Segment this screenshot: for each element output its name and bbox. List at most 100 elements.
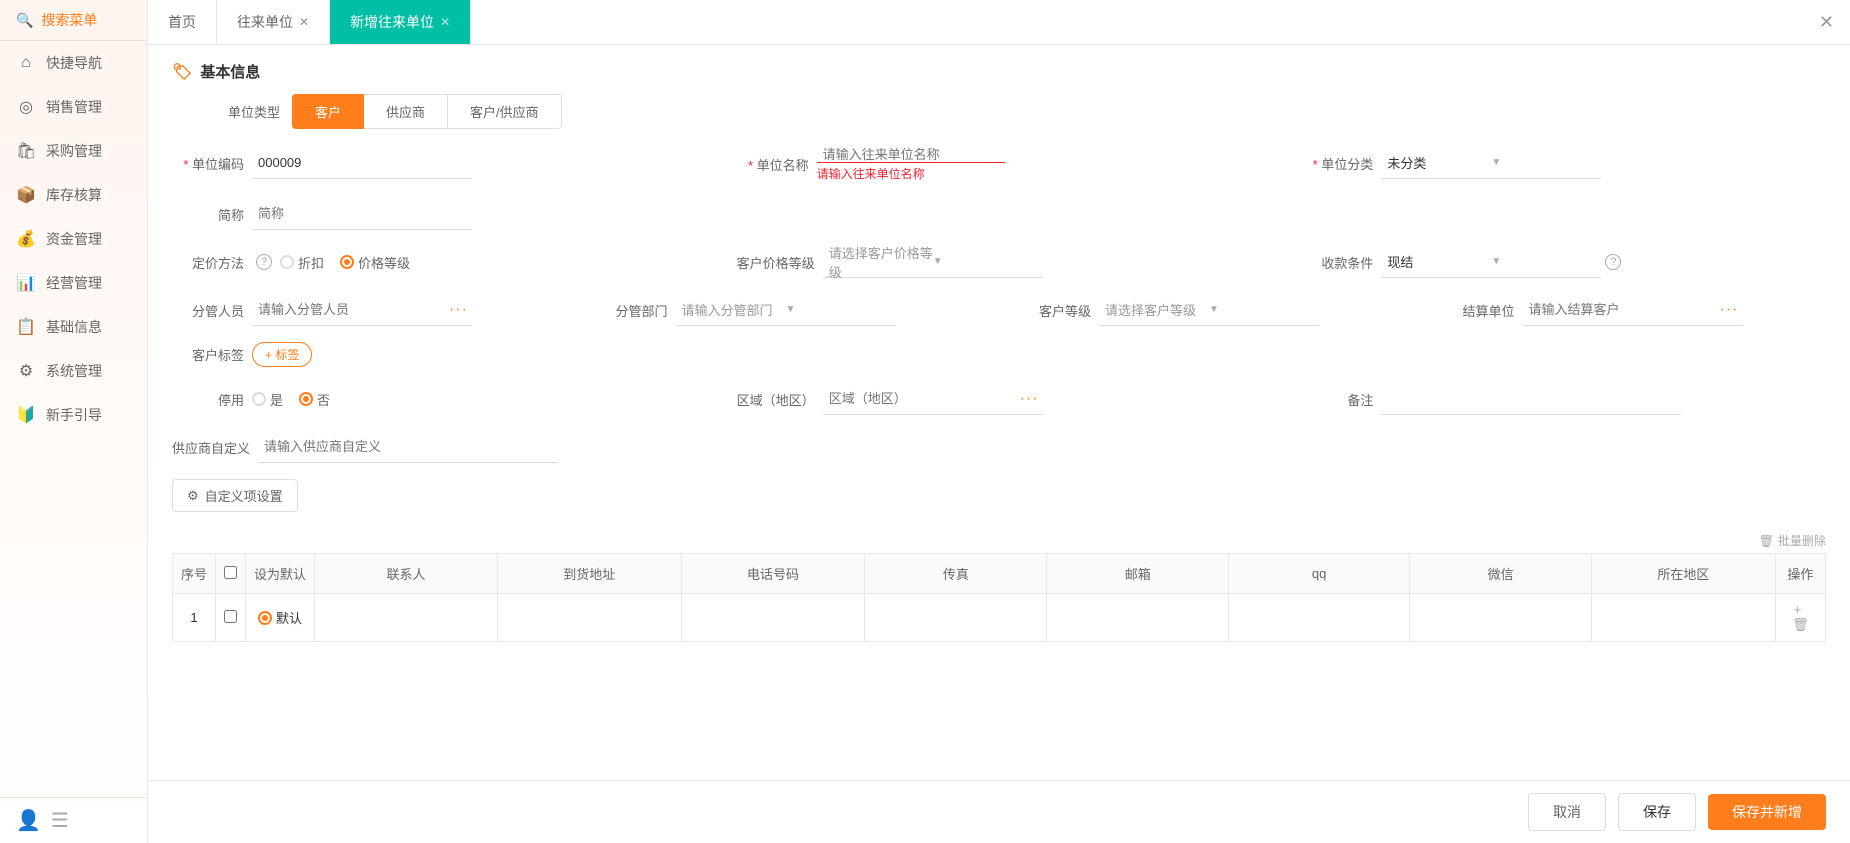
department-select[interactable]: 请输入分管部门 ▼ [676,294,896,326]
tab-close-partners[interactable]: ✕ [299,15,309,29]
payment-terms-label: 收款条件 [1301,253,1381,272]
fax-input[interactable] [873,610,1038,625]
settlement-dots-btn[interactable]: ··· [1716,301,1743,319]
row-delete-btn[interactable]: 🗑 [1792,617,1809,632]
payment-help-icon[interactable]: ? [1605,254,1621,270]
radio-no[interactable]: 否 [299,390,330,409]
row-fax[interactable] [865,594,1047,642]
email-input[interactable] [1055,610,1220,625]
phone-input[interactable] [690,610,857,625]
settlement-input[interactable] [1523,302,1716,317]
address-input[interactable] [506,610,673,625]
radio-yes[interactable]: 是 [252,390,283,409]
customer-level-select[interactable]: 请选择客户等级 ▼ [1099,294,1319,326]
add-tag-button[interactable]: + 标签 [252,342,312,367]
sidebar-item-inventory[interactable]: 📦 库存核算 [0,173,147,217]
tab-label-new-partner: 新增往来单位 [350,12,434,32]
save-button[interactable]: 保存 [1618,793,1696,831]
wechat-input[interactable] [1418,610,1583,625]
region-input[interactable] [823,391,1016,406]
row-add-btn[interactable]: + [1794,602,1802,617]
disabled-label: 停用 [172,390,252,409]
form-row-1: 单位编码 单位名称 请输入往来单位名称 单位分类 未分类 ▼ [172,147,1826,182]
tab-home[interactable]: 首页 [148,0,217,44]
form-row-6: 停用 是 否 区域（地区） [172,383,1826,415]
sidebar-item-finance[interactable]: 💰 资金管理 [0,217,147,261]
type-btn-customer[interactable]: 客户 [292,94,364,129]
row-no: 1 [173,594,216,642]
tab-new-partner[interactable]: 新增往来单位 ✕ [330,0,471,44]
short-name-field: 简称 [172,198,1826,230]
unit-code-input[interactable] [252,147,472,179]
region-table-input[interactable] [1600,610,1767,625]
row-checkbox[interactable] [216,594,246,642]
pricing-help-icon[interactable]: ? [256,254,272,270]
sidebar-item-guide[interactable]: 🔰 新手引导 [0,393,147,437]
save-new-button[interactable]: 保存并新增 [1708,794,1826,830]
row-contact[interactable] [315,594,498,642]
sidebar-item-label-purchase: 采购管理 [46,141,102,161]
manager-dots-btn[interactable]: ··· [445,301,472,319]
pricing-method-field: 定价方法 ? 折扣 价格等级 [172,246,697,278]
row-wechat[interactable] [1410,594,1592,642]
row-email[interactable] [1047,594,1229,642]
payment-terms-select[interactable]: 现结 ▼ [1381,246,1601,278]
row-qq[interactable] [1229,594,1410,642]
sidebar-item-quick-nav[interactable]: ⌂ 快捷导航 [0,41,147,85]
row-region[interactable] [1592,594,1776,642]
unit-name-input[interactable] [817,147,1005,163]
bars-icon[interactable]: ☰ [51,808,69,833]
table-col-0: 序号 [173,554,216,594]
table-col-2: 设为默认 [246,554,315,594]
radio-no-circle [299,392,313,406]
payment-terms-arrow-icon: ▼ [1491,256,1595,267]
radio-price-level[interactable]: 价格等级 [340,253,410,272]
unit-category-select[interactable]: 未分类 ▼ [1381,147,1601,179]
unit-category-value: 未分类 [1387,153,1491,172]
manager-input[interactable] [252,302,445,317]
contact-input[interactable] [323,610,489,625]
sidebar-item-label-quick-nav: 快捷导航 [46,53,102,73]
region-dots-btn[interactable]: ··· [1016,390,1043,408]
sidebar-item-system[interactable]: ⚙ 系统管理 [0,349,147,393]
sidebar-item-label-sales: 销售管理 [46,97,102,117]
remark-input[interactable] [1381,383,1681,415]
user-icon[interactable]: 👤 [16,808,41,833]
remark-field: 备注 [1301,383,1826,415]
tab-partners[interactable]: 往来单位✕ [217,0,330,44]
custom-settings-button[interactable]: ⚙ 自定义项设置 [172,479,298,512]
row-phone[interactable] [681,594,865,642]
customer-tag-label: 客户标签 [172,345,252,364]
sidebar-search[interactable]: 🔍 搜索菜单 [0,0,147,41]
cancel-button[interactable]: 取消 [1528,793,1606,831]
row-select-checkbox[interactable] [224,610,237,623]
row-address[interactable] [497,594,681,642]
close-all-button[interactable]: ✕ [1803,12,1850,33]
sidebar-item-operations[interactable]: 📊 经营管理 [0,261,147,305]
tab-close-new-partner[interactable]: ✕ [440,15,450,29]
disabled-radio-group: 是 否 [252,383,330,415]
customer-price-level-select[interactable]: 请选择客户价格等级 ▼ [823,246,1043,278]
department-placeholder: 请输入分管部门 [682,300,786,319]
unit-code-label: 单位编码 [172,154,252,173]
customer-price-level-field: 客户价格等级 请选择客户价格等级 ▼ [737,246,1262,278]
sidebar-item-label-inventory: 库存核算 [46,185,102,205]
short-name-input[interactable] [252,198,472,230]
row-action[interactable]: + 🗑 [1775,594,1825,642]
table-col-6: 传真 [865,554,1047,594]
form-row-7: 供应商自定义 [172,431,1826,463]
sidebar-item-basic-info[interactable]: 📋 基础信息 [0,305,147,349]
type-btn-supplier[interactable]: 供应商 [364,94,448,129]
department-label: 分管部门 [596,301,676,320]
type-btn-both[interactable]: 客户/供应商 [448,94,562,129]
qq-input[interactable] [1237,610,1401,625]
select-all-checkbox[interactable] [224,566,237,579]
form-footer: 取消 保存 保存并新增 [148,780,1850,843]
sidebar-item-sales[interactable]: ◎ 销售管理 [0,85,147,129]
batch-delete-label[interactable]: 批量删除 [1778,532,1826,549]
unit-category-field: 单位分类 未分类 ▼ [1301,147,1826,179]
supplier-custom-input[interactable] [258,431,558,463]
radio-discount[interactable]: 折扣 [280,253,324,272]
sidebar-item-purchase[interactable]: 🛍 采购管理 [0,129,147,173]
category-arrow-icon: ▼ [1491,157,1595,168]
